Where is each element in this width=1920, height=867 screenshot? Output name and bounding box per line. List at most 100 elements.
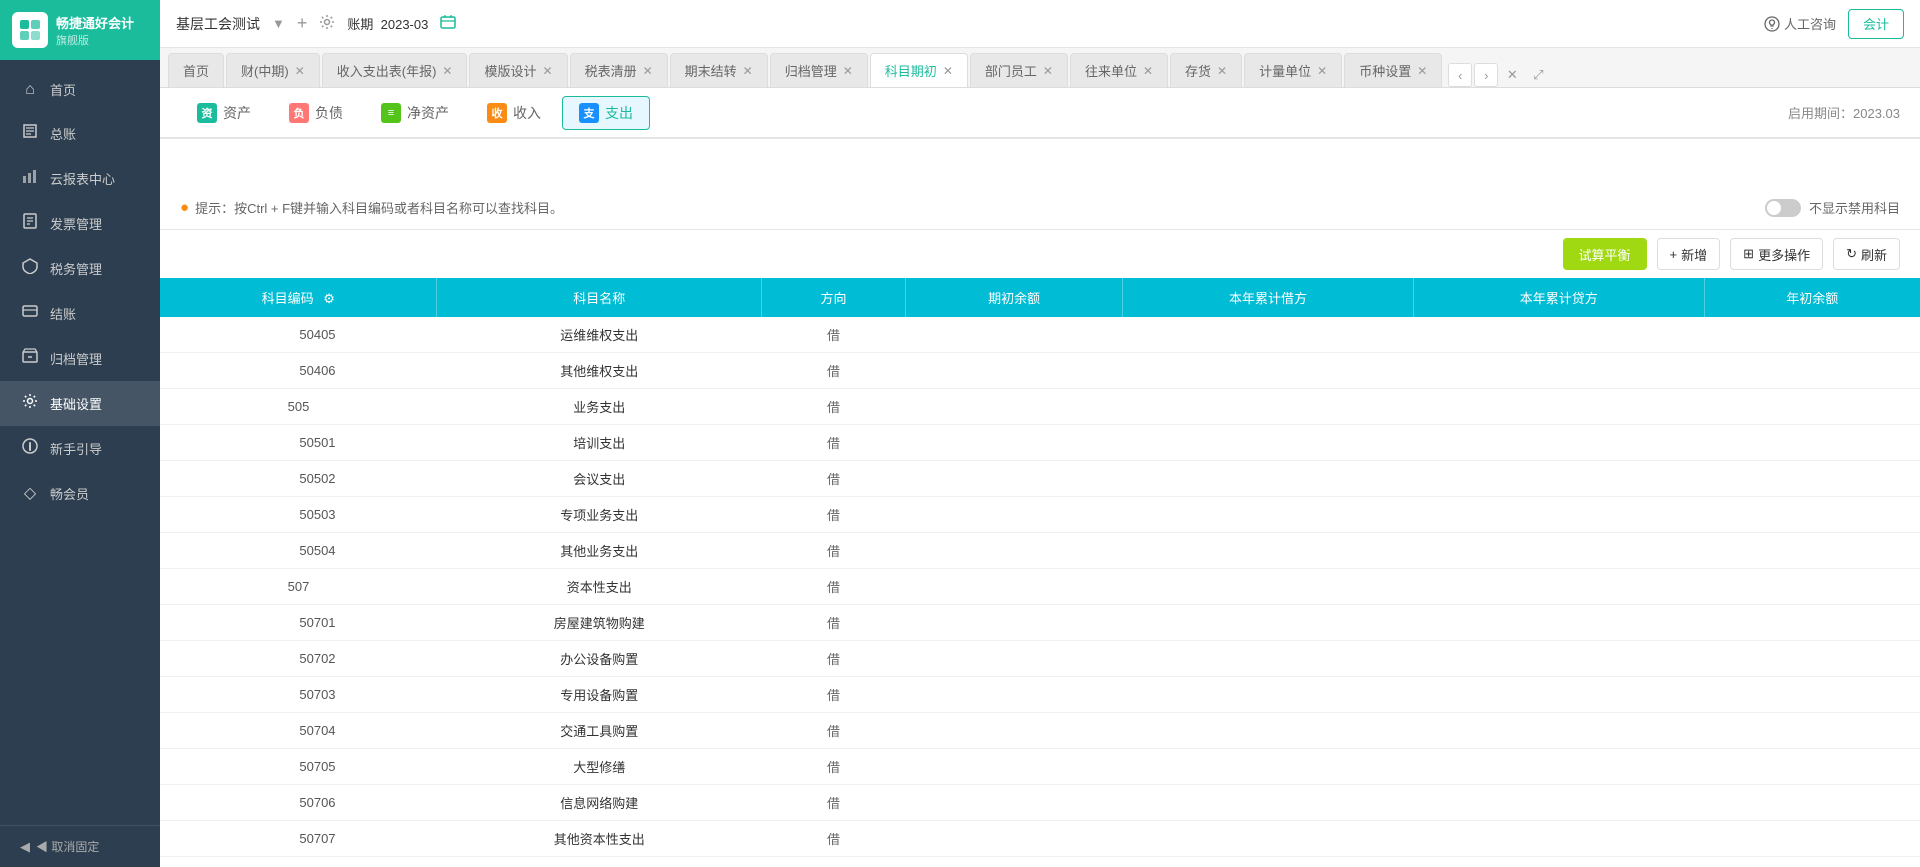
sidebar-item-invoice[interactable]: 发票管理 [0, 201, 160, 246]
cell-year-debit [1123, 353, 1414, 389]
tab-home-label: 首页 [183, 61, 209, 80]
tab-contacts-close[interactable]: ✕ [1143, 64, 1153, 78]
tab-unit[interactable]: 计量单位 ✕ [1244, 53, 1342, 87]
tab-annual-report-close[interactable]: ✕ [442, 64, 452, 78]
tab-period-report[interactable]: 财(中期) ✕ [226, 53, 320, 87]
company-dropdown-icon[interactable]: ▼ [272, 16, 285, 31]
tab-tax-form-close[interactable]: ✕ [643, 64, 653, 78]
sidebar-item-settings[interactable]: 基础设置 [0, 381, 160, 426]
consult-btn[interactable]: 人工咨询 [1764, 14, 1836, 33]
table-row[interactable]: 50706 信息网络购建 借 [160, 785, 1920, 821]
table-row[interactable]: 50704 交通工具购置 借 [160, 713, 1920, 749]
calendar-icon[interactable] [440, 14, 456, 33]
cell-direction: 借 [761, 497, 905, 533]
liability-tab-icon: 负 [289, 103, 309, 123]
disabled-toggle[interactable] [1765, 199, 1801, 217]
cell-direction: 借 [761, 353, 905, 389]
sidebar-item-close[interactable]: 结账 [0, 291, 160, 336]
cell-direction: 借 [761, 677, 905, 713]
cell-name: 运维维权支出 [437, 317, 762, 353]
cell-year-credit [1413, 641, 1704, 677]
tab-next-btn[interactable]: › [1474, 63, 1498, 87]
sidebar-collapse-btn[interactable]: ◀ ◀ 取消固定 [0, 825, 160, 867]
subject-tab-income[interactable]: 收 收入 [470, 96, 558, 130]
cell-year-debit [1123, 821, 1414, 857]
table-row[interactable]: 50703 专用设备购置 借 [160, 677, 1920, 713]
cell-year-debit [1123, 425, 1414, 461]
sidebar-item-home[interactable]: ⌂ 首页 [0, 68, 160, 111]
tab-inventory-close[interactable]: ✕ [1217, 64, 1227, 78]
cell-code: 50406 [160, 353, 437, 389]
sidebar-item-guide[interactable]: 新手引导 [0, 426, 160, 471]
top-header: 基层工会测试 ▼ + 账期 2023-03 人工咨询 会计 [160, 0, 1920, 48]
tab-expand-btn[interactable]: ⤢ [1526, 63, 1550, 87]
tab-prev-btn[interactable]: ‹ [1448, 63, 1472, 87]
refresh-label: 刷新 [1861, 245, 1887, 264]
tab-home[interactable]: 首页 [168, 53, 224, 87]
tab-annual-report[interactable]: 收入支出表(年报) ✕ [322, 53, 468, 87]
cell-direction: 借 [761, 713, 905, 749]
table-row[interactable]: 50702 办公设备购置 借 [160, 641, 1920, 677]
table-row[interactable]: 50503 专项业务支出 借 [160, 497, 1920, 533]
table-row[interactable]: 50405 运维维权支出 借 [160, 317, 1920, 353]
table-row[interactable]: 50707 其他资本性支出 借 [160, 821, 1920, 857]
tab-subject-init[interactable]: 科目期初 ✕ [870, 53, 968, 87]
subject-tab-liability[interactable]: 负 负债 [272, 96, 360, 130]
subject-tab-equity[interactable]: ≡ 净资产 [364, 96, 466, 130]
cell-year-balance [1704, 461, 1920, 497]
tab-dept-close[interactable]: ✕ [1043, 64, 1053, 78]
tab-period-end-close[interactable]: ✕ [743, 64, 753, 78]
add-company-btn[interactable]: + [297, 13, 308, 34]
accountant-btn[interactable]: 会计 [1848, 9, 1904, 39]
tab-inventory[interactable]: 存货 ✕ [1170, 53, 1242, 87]
more-btn[interactable]: ⊞ 更多操作 [1730, 238, 1823, 270]
add-btn[interactable]: + 新增 [1657, 238, 1721, 270]
sidebar-item-member[interactable]: ◇ 畅会员 [0, 471, 160, 515]
table-row[interactable]: 50701 房屋建筑物购建 借 [160, 605, 1920, 641]
table-row[interactable]: 50501 培训支出 借 [160, 425, 1920, 461]
tab-contacts[interactable]: 往来单位 ✕ [1070, 53, 1168, 87]
cell-code: 50405 [160, 317, 437, 353]
cell-code: 50705 [160, 749, 437, 785]
tab-archive-close[interactable]: ✕ [843, 64, 853, 78]
subject-tab-expense[interactable]: 支 支出 [562, 96, 650, 130]
tab-subject-init-close[interactable]: ✕ [943, 64, 953, 78]
archive-icon [20, 348, 40, 369]
tab-tax-form[interactable]: 税表清册 ✕ [570, 53, 668, 87]
cell-direction: 借 [761, 425, 905, 461]
sidebar-item-ledger[interactable]: 总账 [0, 111, 160, 156]
tab-close-all-btn[interactable]: ✕ [1500, 63, 1524, 87]
col-settings-icon[interactable]: ⚙ [323, 291, 335, 306]
tab-unit-close[interactable]: ✕ [1317, 64, 1327, 78]
table-row[interactable]: 50504 其他业务支出 借 [160, 533, 1920, 569]
sidebar-item-reports[interactable]: 云报表中心 [0, 156, 160, 201]
refresh-btn[interactable]: ↻ 刷新 [1833, 238, 1900, 270]
tab-template-close[interactable]: ✕ [543, 64, 553, 78]
logo-sub-text: 旗舰版 [56, 32, 134, 48]
table-row[interactable]: 507 资本性支出 借 [160, 569, 1920, 605]
table-row[interactable]: 505 业务支出 借 [160, 389, 1920, 425]
tab-period-report-close[interactable]: ✕ [295, 64, 305, 78]
tab-currency[interactable]: 币种设置 ✕ [1344, 53, 1442, 87]
sidebar-item-tax[interactable]: 税务管理 [0, 246, 160, 291]
period-text: 账期 [347, 17, 373, 32]
cell-period-balance [905, 389, 1122, 425]
tab-template[interactable]: 模版设计 ✕ [469, 53, 567, 87]
tab-period-end[interactable]: 期末结转 ✕ [670, 53, 768, 87]
table-row[interactable]: 50502 会议支出 借 [160, 461, 1920, 497]
sidebar-item-archive[interactable]: 归档管理 [0, 336, 160, 381]
collapse-label: ◀ 取消固定 [36, 838, 99, 855]
table-row[interactable]: 50705 大型修缮 借 [160, 749, 1920, 785]
tab-currency-close[interactable]: ✕ [1417, 64, 1427, 78]
cell-year-debit [1123, 605, 1414, 641]
cell-year-credit [1413, 857, 1704, 867]
tab-dept[interactable]: 部门员工 ✕ [970, 53, 1068, 87]
header-settings-icon[interactable] [319, 14, 335, 33]
subject-tab-asset[interactable]: 资 资产 [180, 96, 268, 130]
cell-year-balance [1704, 605, 1920, 641]
balance-btn[interactable]: 试算平衡 [1563, 238, 1647, 270]
tab-period-report-label: 财(中期) [241, 61, 289, 80]
table-row[interactable]: 510 其他支出 借 [160, 857, 1920, 867]
table-row[interactable]: 50406 其他维权支出 借 [160, 353, 1920, 389]
tab-archive[interactable]: 归档管理 ✕ [770, 53, 868, 87]
